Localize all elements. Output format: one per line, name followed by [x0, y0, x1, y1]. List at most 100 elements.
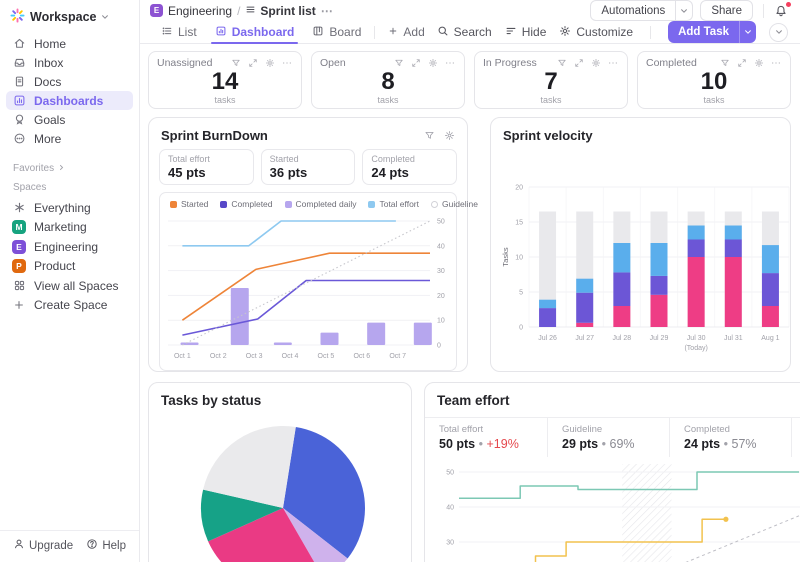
legend-item-completed[interactable]: Completed	[220, 199, 272, 209]
card-title: Open	[320, 57, 346, 69]
filter-icon[interactable]	[231, 58, 241, 68]
filter-icon[interactable]	[720, 58, 730, 68]
settings-icon[interactable]	[444, 130, 455, 141]
filter-icon[interactable]	[394, 58, 404, 68]
team-stat-total-effort: Total effort 50 pts • +19%	[425, 418, 547, 457]
settings-icon[interactable]	[754, 58, 764, 68]
svg-text:0: 0	[519, 325, 523, 332]
expand-icon[interactable]	[411, 58, 421, 68]
sidebar-item-label: Inbox	[34, 56, 63, 70]
burndown-chart[interactable]: 01020304050Oct 1Oct 2Oct 3Oct 4Oct 5Oct …	[160, 209, 456, 370]
tasks-by-status-pie-chart[interactable]	[149, 414, 411, 562]
help-button[interactable]: Help	[86, 538, 126, 553]
tab-dashboard[interactable]: Dashboard	[206, 21, 304, 43]
add-view-button[interactable]: Add	[379, 21, 433, 43]
expand-icon[interactable]	[248, 58, 258, 68]
svg-text:30: 30	[437, 268, 445, 275]
svg-text:10: 10	[515, 255, 523, 262]
space-item-marketing[interactable]: M Marketing	[6, 218, 133, 238]
legend-item-guideline[interactable]: Guideline	[431, 199, 478, 209]
svg-text:Oct 4: Oct 4	[282, 353, 299, 360]
widget-title: Sprint BurnDown	[161, 128, 268, 143]
sidebar-item-goals[interactable]: Goals	[6, 110, 133, 129]
sidebar-item-dashboards[interactable]: Dashboards	[6, 91, 133, 110]
add-task-chevron-button[interactable]	[739, 21, 756, 43]
stat-total-effort: Total effort 45 pts	[159, 149, 254, 185]
tab-label: List	[178, 25, 197, 39]
workspace-switcher[interactable]: Workspace	[0, 0, 139, 31]
sidebar-nav: Home Inbox Docs Dashboards Goals More	[0, 31, 139, 148]
help-label: Help	[102, 540, 126, 552]
svg-text:50: 50	[437, 219, 445, 226]
settings-icon[interactable]	[591, 58, 601, 68]
collapse-toolbar-button[interactable]	[769, 23, 788, 42]
more-icon[interactable]: ⋯	[445, 58, 456, 69]
card-title: In Progress	[483, 57, 537, 69]
upgrade-label: Upgrade	[29, 540, 73, 552]
toolbar-actions: Search Hide Customize Add Task	[437, 21, 788, 43]
svg-text:Jul 26: Jul 26	[538, 335, 557, 342]
tab-board[interactable]: Board	[303, 21, 370, 43]
spaces-section-label: Spaces	[0, 182, 139, 193]
stat-card-unassigned[interactable]: Unassigned ⋯ 14 tasks	[148, 51, 302, 109]
breadcrumb-space[interactable]: Engineering	[168, 4, 232, 18]
search-icon	[437, 25, 449, 40]
settings-icon[interactable]	[265, 58, 275, 68]
space-item-label: Marketing	[34, 220, 87, 234]
automations-button[interactable]: Automations	[590, 0, 676, 21]
stat-card-open[interactable]: Open ⋯ 8 tasks	[311, 51, 465, 109]
more-icon[interactable]: ⋯	[771, 58, 782, 69]
more-icon[interactable]: ⋯	[608, 58, 619, 69]
space-avatar: M	[12, 220, 26, 234]
view-all-spaces[interactable]: View all Spaces	[6, 276, 133, 296]
sidebar-item-inbox[interactable]: Inbox	[6, 53, 133, 72]
share-button[interactable]: Share	[700, 0, 753, 21]
sidebar-item-docs[interactable]: Docs	[6, 72, 133, 91]
team-effort-chart[interactable]: 504030	[425, 460, 800, 562]
tab-list[interactable]: List	[152, 21, 206, 43]
widget-title: Team effort	[437, 393, 510, 408]
expand-icon[interactable]	[574, 58, 584, 68]
sidebar-item-more[interactable]: More	[6, 129, 133, 148]
dashboard-view-icon	[215, 25, 227, 40]
grid-icon	[12, 279, 26, 292]
svg-text:40: 40	[446, 505, 454, 512]
sidebar-item-label: Dashboards	[34, 94, 103, 108]
upgrade-button[interactable]: Upgrade	[13, 538, 73, 553]
customize-button[interactable]: Customize	[559, 25, 633, 40]
space-item-engineering[interactable]: E Engineering	[6, 237, 133, 257]
tab-label: Dashboard	[232, 25, 295, 39]
automations-chevron-button[interactable]	[676, 0, 693, 21]
stat-card-completed[interactable]: Completed ⋯ 10 tasks	[637, 51, 791, 109]
more-icon[interactable]: ⋯	[282, 58, 293, 69]
settings-icon[interactable]	[428, 58, 438, 68]
header-divider	[763, 4, 764, 18]
top-header: E Engineering / Sprint list ⋯ Automation…	[140, 0, 800, 21]
add-task-button[interactable]: Add Task	[668, 21, 739, 43]
breadcrumb-page[interactable]: Sprint list	[245, 4, 315, 18]
stat-card-in-progress[interactable]: In Progress ⋯ 7 tasks	[474, 51, 628, 109]
document-icon	[12, 75, 26, 88]
space-item-everything[interactable]: Everything	[6, 198, 133, 218]
space-item-product[interactable]: P Product	[6, 257, 133, 277]
breadcrumb: E Engineering / Sprint list ⋯	[150, 4, 334, 18]
legend-item-total-effort[interactable]: Total effort	[368, 199, 419, 209]
breadcrumb-more-icon[interactable]: ⋯	[321, 4, 335, 18]
filter-icon[interactable]	[557, 58, 567, 68]
legend-item-completed-daily[interactable]: Completed daily	[285, 199, 357, 209]
gear-icon	[559, 25, 571, 40]
svg-text:5: 5	[519, 290, 523, 297]
team-effort-stats: Total effort 50 pts • +19% Guideline 29 …	[425, 417, 800, 457]
search-button[interactable]: Search	[437, 25, 492, 40]
favorites-section[interactable]: Favorites	[0, 163, 139, 174]
velocity-chart[interactable]: 05101520TasksJul 26Jul 27Jul 28Jul 29Jul…	[491, 179, 790, 366]
list-icon	[245, 4, 256, 18]
legend-item-started[interactable]: Started	[170, 199, 208, 209]
burndown-stats: Total effort 45 pts Started 36 pts Compl…	[149, 147, 467, 185]
expand-icon[interactable]	[737, 58, 747, 68]
hide-button[interactable]: Hide	[505, 25, 547, 40]
create-space-button[interactable]: Create Space	[6, 296, 133, 316]
filter-icon[interactable]	[424, 130, 435, 141]
sidebar-item-home[interactable]: Home	[6, 34, 133, 53]
notifications-button[interactable]	[774, 4, 788, 18]
